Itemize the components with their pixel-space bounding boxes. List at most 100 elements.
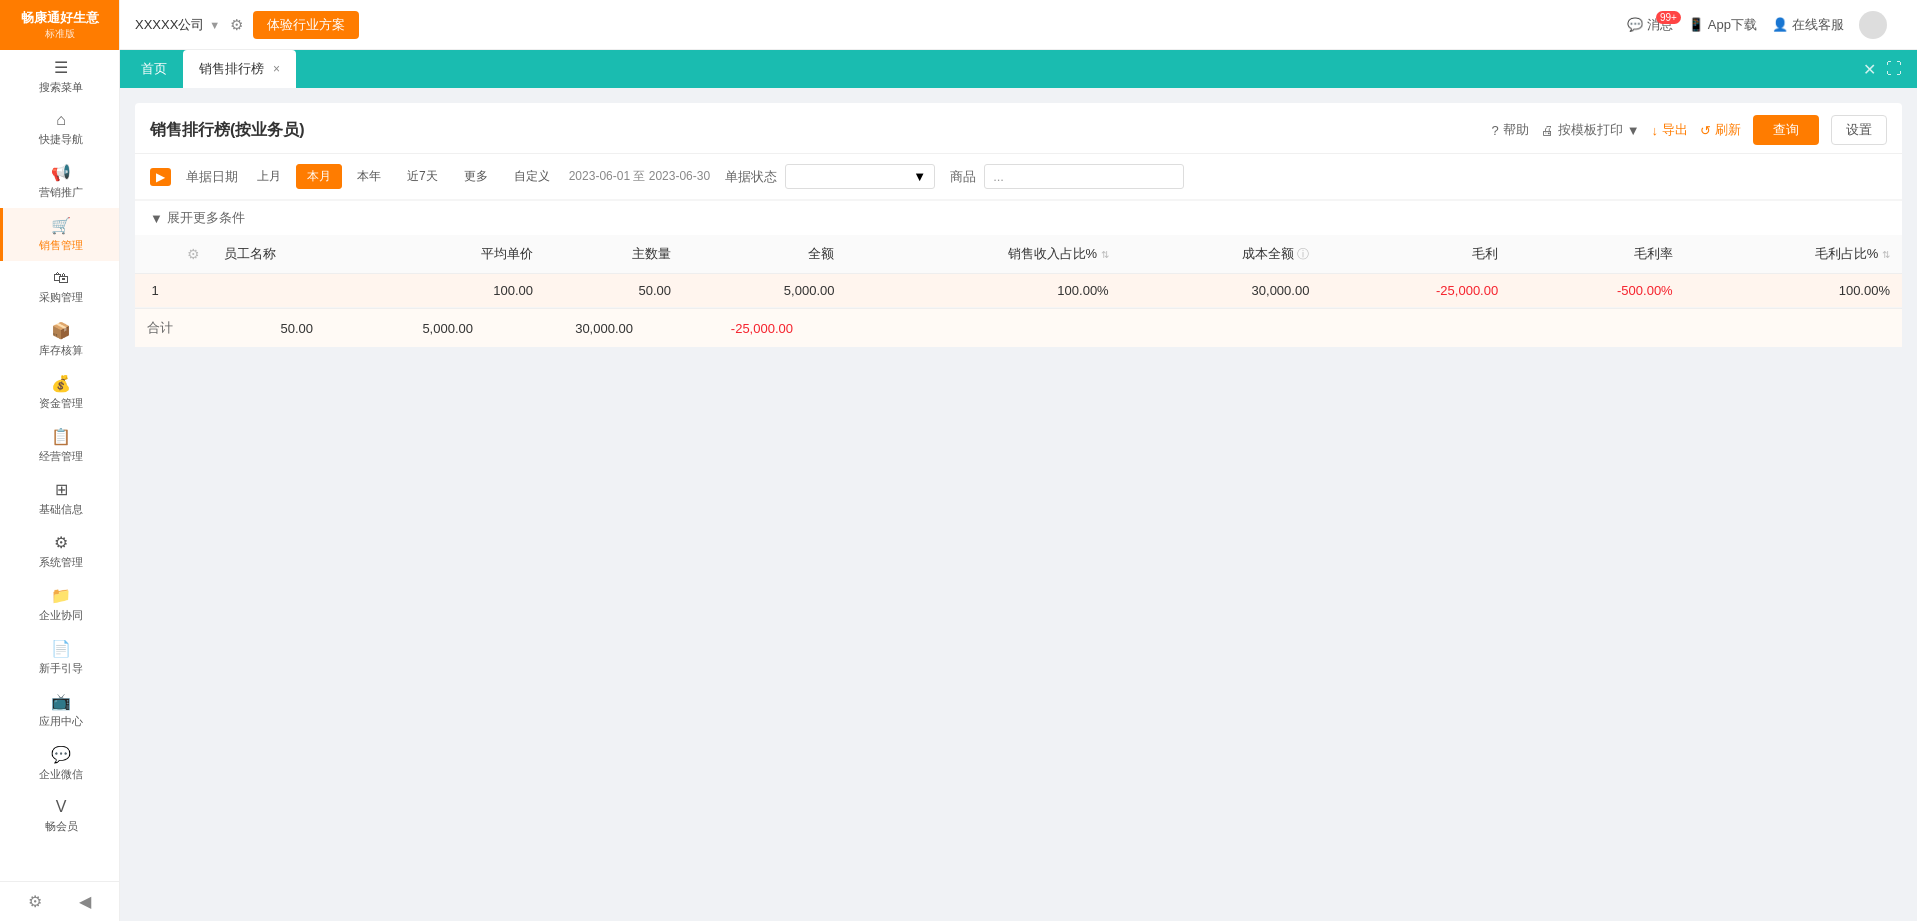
tab-home[interactable]: 首页: [125, 50, 183, 88]
col-gross-rate: 毛利率: [1510, 235, 1685, 274]
sidebar-label-7: 经营管理: [39, 449, 83, 464]
app-label: App下载: [1708, 16, 1757, 34]
table-cell-0-5: 5,000.00: [683, 274, 846, 308]
sidebar-icon-0: ☰: [54, 58, 68, 77]
sidebar-item-11[interactable]: 📄新手引导: [0, 631, 119, 684]
sidebar-label-8: 基础信息: [39, 502, 83, 517]
footer-label: 合计: [147, 319, 173, 337]
sidebar-label-13: 企业微信: [39, 767, 83, 782]
tabbar-expand-icon[interactable]: ⛶: [1886, 60, 1902, 78]
filter-expand-arrow[interactable]: ▶: [150, 168, 171, 186]
app-icon: 📱: [1688, 17, 1704, 32]
sidebar-item-0[interactable]: ☰搜索菜单: [0, 50, 119, 103]
date-option-本月[interactable]: 本月: [296, 164, 342, 189]
sidebar-icon-14: V: [56, 798, 67, 816]
col-name: 员工名称: [212, 235, 379, 274]
sidebar-collapse-icon[interactable]: ◀: [79, 892, 91, 911]
col-cost-amount: 成本全额 ⓘ: [1121, 235, 1322, 274]
status-selector[interactable]: ▼: [785, 164, 935, 189]
sidebar-label-5: 库存核算: [39, 343, 83, 358]
sidebar-settings-icon[interactable]: ⚙: [28, 892, 42, 911]
sidebar-item-4[interactable]: 🛍采购管理: [0, 261, 119, 313]
col-amount: 全额: [683, 235, 846, 274]
sidebar-item-12[interactable]: 📺 应用中心: [0, 684, 119, 737]
message-badge: 99+: [1656, 11, 1681, 24]
goods-input[interactable]: ...: [984, 164, 1184, 189]
date-filter-label: 单据日期: [186, 168, 238, 186]
print-button[interactable]: 🖨 按模板打印 ▼: [1541, 121, 1640, 139]
topbar: XXXXX公司 ▼ ⚙ 体验行业方案 💬 消息 99+ 📱 App下载 👤 在线…: [120, 0, 1917, 50]
help-button[interactable]: ? 帮助: [1491, 121, 1528, 139]
sidebar-label-6: 资金管理: [39, 396, 83, 411]
status-filter-label: 单据状态: [725, 168, 777, 186]
table-cell-0-7: 30,000.00: [1121, 274, 1322, 308]
online-service-button[interactable]: 👤 在线客服: [1772, 16, 1844, 34]
sidebar-label-3: 销售管理: [39, 238, 83, 253]
sidebar-item-7[interactable]: 📋经营管理: [0, 419, 119, 472]
export-button[interactable]: ↓ 导出: [1652, 121, 1689, 139]
col-avg-price: 平均单价: [379, 235, 546, 274]
date-filter-group: 单据日期 上月本月本年近7天更多自定义 2023-06-01 至 2023-06…: [186, 164, 710, 189]
table-cell-0-2: [212, 274, 379, 308]
tab-sales-ranking[interactable]: 销售排行榜 ×: [183, 50, 296, 88]
sidebar-item-1[interactable]: ⌂快捷导航: [0, 103, 119, 155]
status-dropdown-icon: ▼: [913, 169, 926, 184]
app-logo-sub: 标准版: [21, 27, 99, 40]
footer-amount: 5,000.00: [353, 321, 473, 336]
main-content: XXXXX公司 ▼ ⚙ 体验行业方案 💬 消息 99+ 📱 App下载 👤 在线…: [120, 0, 1917, 921]
query-button[interactable]: 查询: [1753, 115, 1819, 145]
main-panel: 销售排行榜(按业务员) ? 帮助 🖨 按模板打印 ▼ ↓ 导出: [135, 103, 1902, 347]
date-option-近7天[interactable]: 近7天: [396, 164, 449, 189]
sidebar-icon-3: 🛒: [51, 216, 71, 235]
sidebar-label-12: 应用中心: [39, 714, 83, 729]
sidebar-bottom: ⚙ ◀: [0, 881, 119, 921]
sidebar-item-5[interactable]: 📦库存核算: [0, 313, 119, 366]
sidebar-icon-6: 💰: [51, 374, 71, 393]
message-button[interactable]: 💬 消息 99+: [1627, 16, 1673, 34]
sidebar-item-8[interactable]: ⊞ 基础信息: [0, 472, 119, 525]
tab-close-icon[interactable]: ×: [273, 62, 280, 76]
refresh-button[interactable]: ↺ 刷新: [1700, 121, 1741, 139]
sidebar-item-3[interactable]: 🛒 销售管理: [0, 208, 119, 261]
date-option-自定义[interactable]: 自定义: [503, 164, 561, 189]
sidebar-item-2[interactable]: 📢营销推广: [0, 155, 119, 208]
sidebar-logo: 畅康通好生意 标准版: [0, 0, 119, 50]
sidebar-icon-4: 🛍: [53, 269, 69, 287]
sidebar-label-10: 企业协同: [39, 608, 83, 623]
tabbar-close-icon[interactable]: ✕: [1863, 60, 1876, 79]
sidebar-icon-8: ⊞: [55, 480, 68, 499]
app-logo-main: 畅康通好生意: [21, 10, 99, 27]
topbar-right: 💬 消息 99+ 📱 App下载 👤 在线客服: [1627, 11, 1902, 39]
sidebar-item-13[interactable]: 💬企业微信: [0, 737, 119, 790]
trial-button[interactable]: 体验行业方案: [253, 11, 359, 39]
table-cell-0-6: 100.00%: [846, 274, 1120, 308]
expand-more-icon: ▼: [150, 211, 163, 226]
export-label: 导出: [1662, 121, 1688, 139]
sidebar-item-14[interactable]: V畅会员: [0, 790, 119, 842]
footer-cost-amount: 30,000.00: [513, 321, 633, 336]
service-icon: 👤: [1772, 17, 1788, 32]
sidebar-icon-1: ⌂: [56, 111, 66, 129]
date-option-本年[interactable]: 本年: [346, 164, 392, 189]
sidebar-icon-12: 📺: [51, 692, 71, 711]
company-selector[interactable]: XXXXX公司 ▼: [135, 16, 220, 34]
sidebar-item-9[interactable]: ⚙系统管理: [0, 525, 119, 578]
avatar[interactable]: [1859, 11, 1887, 39]
sidebar-item-6[interactable]: 💰 资金管理: [0, 366, 119, 419]
print-icon: 🖨: [1541, 123, 1554, 138]
col-gross: 毛利: [1321, 235, 1510, 274]
app-download-button[interactable]: 📱 App下载: [1688, 16, 1757, 34]
sidebar-item-10[interactable]: 📁企业协同: [0, 578, 119, 631]
topbar-gear-icon[interactable]: ⚙: [230, 16, 243, 34]
col-gear[interactable]: ⚙: [175, 235, 212, 274]
date-range-display: 2023-06-01 至 2023-06-30: [569, 168, 710, 185]
col-gross-pct: 毛利占比% ⇅: [1685, 235, 1902, 274]
tabbar-right: ✕ ⛶: [1863, 60, 1912, 79]
date-option-上月[interactable]: 上月: [246, 164, 292, 189]
setting-button[interactable]: 设置: [1831, 115, 1887, 145]
table-footer: 合计 50.00 5,000.00 30,000.00 -25,000.00: [135, 308, 1902, 347]
tab-sales-ranking-label: 销售排行榜: [199, 60, 264, 78]
expand-more-button[interactable]: ▼ 展开更多条件: [135, 200, 1902, 235]
date-option-更多[interactable]: 更多: [453, 164, 499, 189]
status-filter-group: 单据状态 ▼: [725, 164, 935, 189]
